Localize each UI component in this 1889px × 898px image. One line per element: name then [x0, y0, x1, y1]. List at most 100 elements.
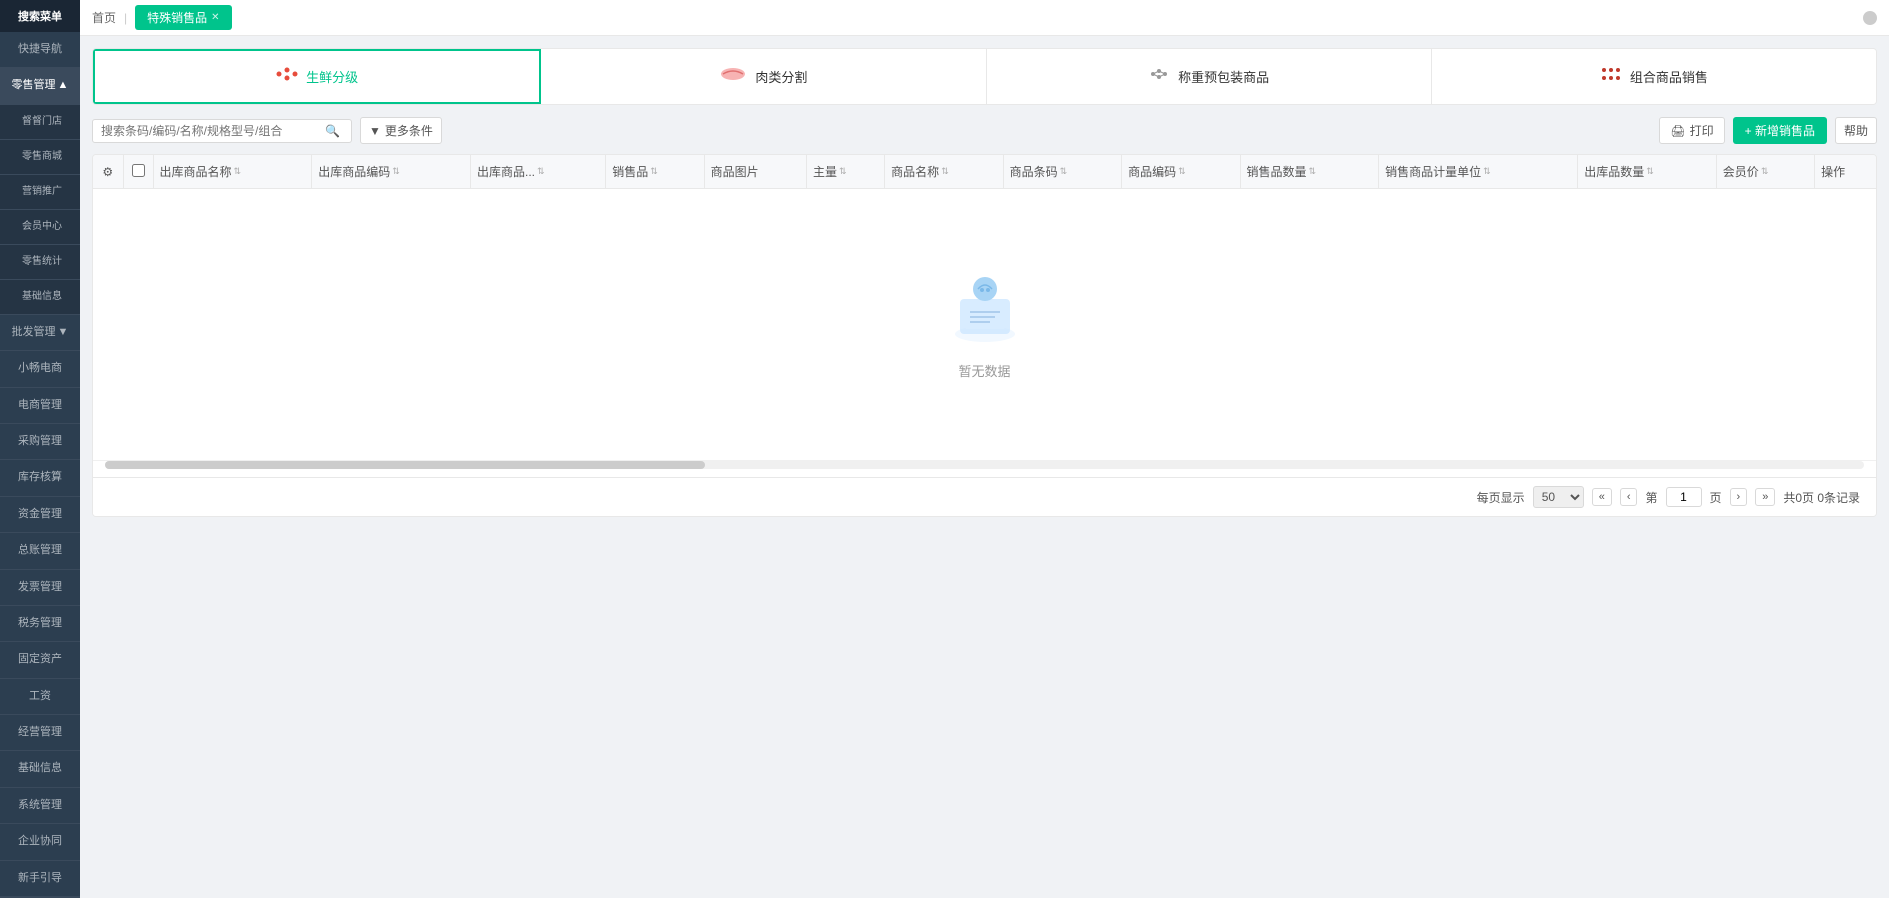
sidebar-item-retail-manage[interactable]: 零售管理 ▲	[0, 68, 80, 104]
last-page-button[interactable]: »	[1755, 488, 1775, 506]
tab-label: 特殊销售品	[147, 9, 207, 26]
sort-icon: ⇅	[1178, 166, 1186, 177]
col-outbound-name[interactable]: 出库商品名称⇅	[153, 155, 312, 189]
toggle-button[interactable]	[1863, 11, 1877, 25]
sidebar-item-marketing[interactable]: 营销推广	[0, 175, 80, 210]
meat-cut-icon	[719, 65, 747, 88]
next-page-button[interactable]: ›	[1730, 488, 1748, 506]
tab-weigh-pack[interactable]: 称重预包装商品	[987, 49, 1432, 104]
tab-combo-sales-label: 组合商品销售	[1630, 67, 1708, 86]
empty-state: 暂无数据	[93, 189, 1876, 460]
search-input[interactable]	[101, 124, 321, 138]
add-button[interactable]: + 新增销售品	[1733, 117, 1827, 144]
close-icon[interactable]: ✕	[211, 12, 219, 23]
sidebar-logo[interactable]: 搜索菜单	[0, 0, 80, 32]
sidebar-item-basic-info-retail[interactable]: 基础信息	[0, 280, 80, 315]
col-sales-unit[interactable]: 销售商品计量单位⇅	[1379, 155, 1578, 189]
sidebar-item-ecommerce[interactable]: 小畅电商	[0, 351, 80, 387]
scrollbar-thumb[interactable]	[105, 461, 705, 469]
sort-icon: ⇅	[1060, 166, 1068, 177]
content-area: 生鲜分级 肉类分割	[80, 36, 1889, 898]
sidebar-item-label: 批发管理	[12, 325, 56, 340]
toolbar: 🔍 ▼ 更多条件 🖨 打印 + 新增销售品 帮助	[92, 117, 1877, 144]
sidebar-item-wholesale[interactable]: 批发管理 ▼	[0, 315, 80, 351]
sort-icon: ⇅	[941, 166, 949, 177]
sidebar-item-salary[interactable]: 工资	[0, 679, 80, 715]
sort-icon: ⇅	[839, 166, 847, 177]
sidebar-item-operations[interactable]: 经营管理	[0, 715, 80, 751]
sidebar-item-finance[interactable]: 资金管理	[0, 497, 80, 533]
col-product-name[interactable]: 商品名称⇅	[885, 155, 1003, 189]
sidebar-item-retail-stat[interactable]: 零售统计	[0, 245, 80, 280]
page-suffix: 页	[1710, 489, 1722, 506]
per-page-select[interactable]: 50 100	[1533, 486, 1584, 508]
tab-meat-cut[interactable]: 肉类分割	[541, 49, 986, 104]
col-outbound-extra[interactable]: 出库商品...⇅	[471, 155, 606, 189]
sort-icon: ⇅	[1309, 166, 1317, 177]
search-icon[interactable]: 🔍	[325, 124, 340, 138]
category-tabs: 生鲜分级 肉类分割	[92, 48, 1877, 105]
sidebar-item-system[interactable]: 系统管理	[0, 788, 80, 824]
col-barcode[interactable]: 商品条码⇅	[1003, 155, 1121, 189]
sidebar-item-member[interactable]: 会员中心	[0, 210, 80, 245]
page-label: 第	[1645, 489, 1657, 506]
chevron-up-icon: ▲	[58, 78, 69, 93]
col-main-qty[interactable]: 主量⇅	[807, 155, 885, 189]
sidebar-item-quicknav[interactable]: 快捷导航	[0, 32, 80, 68]
col-sales-qty[interactable]: 销售品数量⇅	[1240, 155, 1379, 189]
sort-icon: ⇅	[1483, 166, 1491, 177]
col-outbound-code[interactable]: 出库商品编码⇅	[312, 155, 471, 189]
sidebar-item-ledger[interactable]: 总账管理	[0, 533, 80, 569]
tab-fresh-grade[interactable]: 生鲜分级	[93, 49, 541, 104]
search-box[interactable]: 🔍	[92, 119, 352, 143]
sidebar-item-store[interactable]: 督督门店	[0, 105, 80, 140]
sidebar-item-inventory[interactable]: 库存核算	[0, 460, 80, 496]
horizontal-scrollbar[interactable]	[105, 461, 1864, 469]
prev-page-button[interactable]: ‹	[1620, 488, 1638, 506]
sidebar: 搜索菜单 快捷导航 零售管理 ▲ 督督门店 零售商城 营销推广 会员中心 零售统…	[0, 0, 80, 898]
sidebar-item-ecommerce-manage[interactable]: 电商管理	[0, 388, 80, 424]
breadcrumb-separator: |	[124, 11, 127, 25]
sort-icon: ⇅	[392, 166, 400, 177]
first-page-button[interactable]: «	[1592, 488, 1612, 506]
col-action: 操作	[1815, 155, 1876, 189]
sidebar-item-invoice[interactable]: 发票管理	[0, 570, 80, 606]
print-icon: 🖨	[1670, 124, 1685, 138]
help-button[interactable]: 帮助	[1835, 117, 1877, 144]
sidebar-item-basic-info2[interactable]: 基础信息	[0, 751, 80, 787]
sidebar-item-fixed-assets[interactable]: 固定资产	[0, 642, 80, 678]
col-member-price[interactable]: 会员价⇅	[1716, 155, 1814, 189]
toolbar-right: 🖨 打印 + 新增销售品 帮助	[1659, 117, 1877, 144]
col-sales-item[interactable]: 销售品⇅	[606, 155, 704, 189]
sidebar-item-mall[interactable]: 零售商城	[0, 140, 80, 175]
home-breadcrumb[interactable]: 首页	[92, 9, 116, 26]
col-settings[interactable]: ⚙	[93, 155, 123, 189]
print-label: 打印	[1690, 122, 1714, 139]
tab-special-sales[interactable]: 特殊销售品 ✕	[135, 5, 231, 30]
col-outbound-qty[interactable]: 出库品数量⇅	[1578, 155, 1717, 189]
combo-sales-icon	[1600, 65, 1622, 88]
sidebar-item-tax[interactable]: 税务管理	[0, 606, 80, 642]
filter-label: 更多条件	[385, 122, 433, 139]
col-product-image[interactable]: 商品图片	[704, 155, 806, 189]
page-input[interactable]	[1666, 487, 1702, 507]
add-label: + 新增销售品	[1745, 122, 1815, 139]
col-check[interactable]	[123, 155, 153, 189]
tab-weigh-pack-label: 称重预包装商品	[1178, 67, 1269, 86]
main-area: 首页 | 特殊销售品 ✕ 生鲜分级	[80, 0, 1889, 898]
sidebar-item-enterprise[interactable]: 企业协同	[0, 824, 80, 860]
print-button[interactable]: 🖨 打印	[1659, 117, 1724, 144]
total-label: 共0页 0条记录	[1783, 489, 1860, 506]
filter-icon: ▼	[369, 124, 381, 138]
chevron-down-icon: ▼	[58, 325, 69, 340]
sidebar-item-guide[interactable]: 新手引导	[0, 861, 80, 897]
tab-combo-sales[interactable]: 组合商品销售	[1432, 49, 1876, 104]
col-product-code[interactable]: 商品编码⇅	[1122, 155, 1240, 189]
sidebar-item-purchase[interactable]: 采购管理	[0, 424, 80, 460]
pagination-bar: 每页显示 50 100 « ‹ 第 页 › » 共0页 0条记录	[93, 477, 1876, 516]
filter-button[interactable]: ▼ 更多条件	[360, 117, 442, 144]
top-bar: 首页 | 特殊销售品 ✕	[80, 0, 1889, 36]
sort-icon: ⇅	[1646, 166, 1654, 177]
select-all-checkbox[interactable]	[132, 164, 145, 177]
per-page-label: 每页显示	[1477, 489, 1525, 506]
